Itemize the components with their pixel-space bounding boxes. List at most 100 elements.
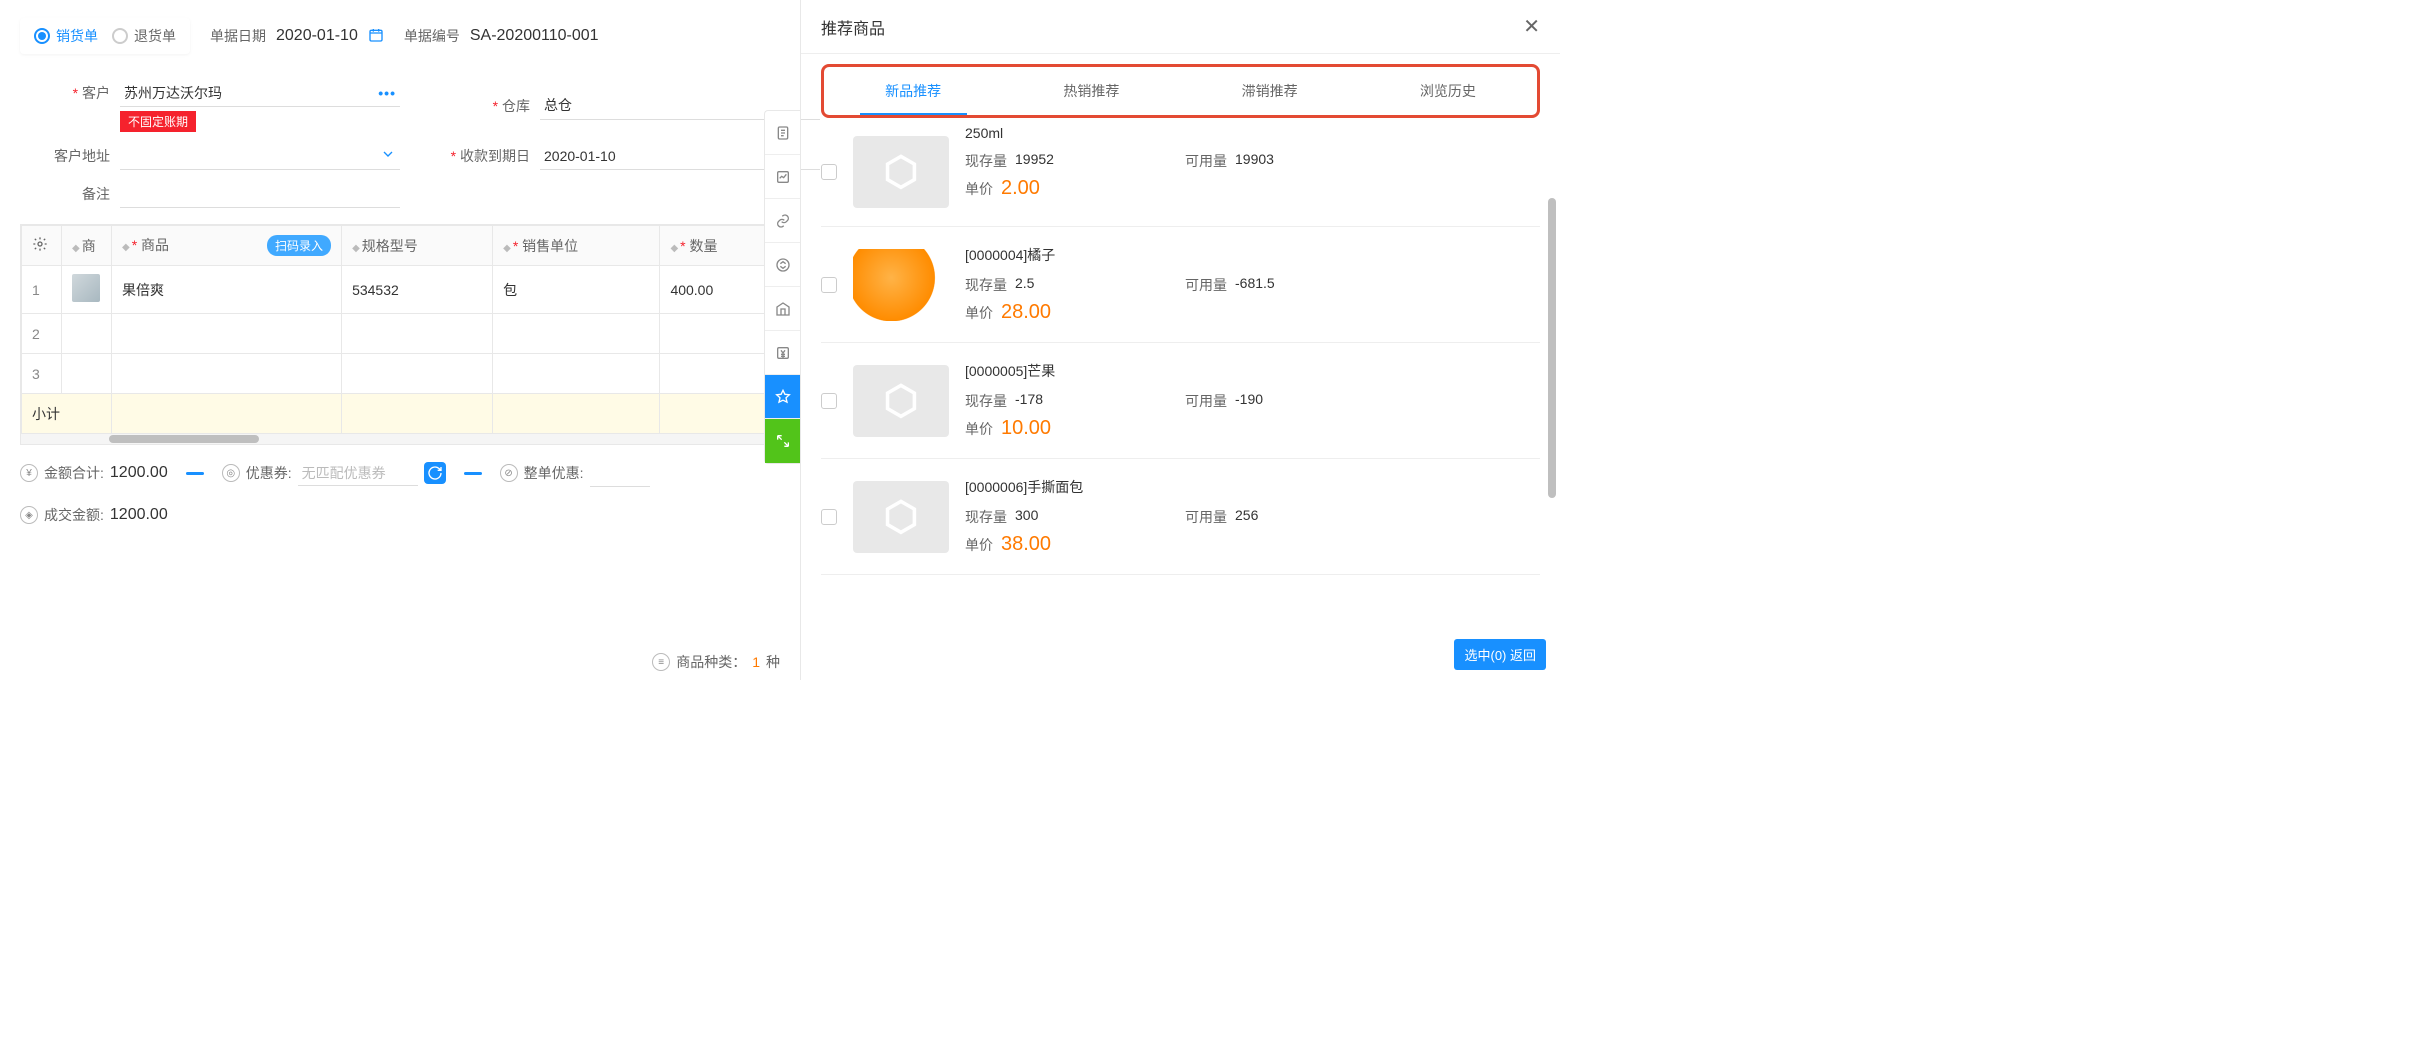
subtotal-row: 小计: [22, 394, 779, 434]
item-image: ⬡: [853, 365, 949, 437]
warehouse-icon[interactable]: [765, 287, 801, 331]
recommend-list[interactable]: ⬡ 250ml 现存量19952 可用量19903 单价 2.00 [00000…: [801, 118, 1560, 680]
selected-return-button[interactable]: 选中(0) 返回: [1454, 639, 1546, 670]
currency-icon[interactable]: [765, 331, 801, 375]
avail-label: 可用量: [1185, 151, 1227, 171]
subtotal-label: 小计: [22, 394, 112, 434]
remark-input[interactable]: [120, 180, 400, 208]
expand-icon[interactable]: [765, 419, 801, 463]
item-name: [0000006]手撕面包: [965, 477, 1540, 497]
avail-value: 256: [1235, 507, 1258, 527]
recommend-item[interactable]: ⬡ 250ml 现存量19952 可用量19903 单价 2.00: [821, 118, 1540, 227]
table-row[interactable]: 3: [22, 354, 779, 394]
coupon-input[interactable]: 无匹配优惠券: [298, 461, 418, 486]
row-image-cell[interactable]: [62, 354, 112, 394]
avail-value: -681.5: [1235, 275, 1275, 295]
recommend-tab[interactable]: 浏览历史: [1359, 73, 1537, 109]
row-product[interactable]: 果倍爽: [112, 266, 342, 314]
row-image-cell[interactable]: [62, 266, 112, 314]
item-image: ⬡: [853, 481, 949, 553]
minus-icon: [186, 472, 204, 475]
col-spec[interactable]: ◆规格型号: [342, 226, 493, 266]
row-unit[interactable]: [493, 354, 660, 394]
row-qty[interactable]: [660, 354, 779, 394]
row-spec[interactable]: [342, 314, 493, 354]
deal-value: 1200.00: [110, 506, 168, 524]
checkbox[interactable]: [821, 277, 837, 293]
stock-label: 现存量: [965, 391, 1007, 411]
stock-value: 2.5: [1015, 275, 1034, 295]
tab-sale-order[interactable]: 销货单: [34, 26, 98, 46]
row-image-cell[interactable]: [62, 314, 112, 354]
row-number: 2: [22, 314, 62, 354]
tab-return-label: 退货单: [134, 26, 176, 46]
doc-date-value[interactable]: 2020-01-10: [276, 27, 358, 45]
avail-label: 可用量: [1185, 507, 1227, 527]
row-unit[interactable]: [493, 314, 660, 354]
notes-icon[interactable]: [765, 111, 801, 155]
vertical-scrollbar[interactable]: [1548, 198, 1556, 498]
table-row[interactable]: 1 果倍爽 534532 包 400.00: [22, 266, 779, 314]
col-qty[interactable]: ◆* 数量: [660, 226, 779, 266]
due-date-label: 收款到期日: [440, 146, 530, 166]
whole-discount-input[interactable]: [590, 459, 650, 487]
link-icon[interactable]: [765, 199, 801, 243]
star-icon[interactable]: [765, 375, 801, 419]
price-label: 单价: [965, 419, 993, 439]
ellipsis-icon[interactable]: •••: [378, 85, 396, 101]
kind-unit: 种: [766, 652, 780, 672]
recommend-tab[interactable]: 新品推荐: [824, 73, 1002, 109]
coupon-icon: ◎: [222, 464, 240, 482]
scan-input-button[interactable]: 扫码录入: [267, 235, 331, 256]
whole-discount: ⊘ 整单优惠:: [500, 459, 650, 487]
recommend-tab[interactable]: 滞销推荐: [1181, 73, 1359, 109]
kind-label: 商品种类：: [676, 652, 746, 672]
table-row[interactable]: 2: [22, 314, 779, 354]
gear-header[interactable]: [22, 226, 62, 266]
deal-amount: ◈ 成交金额: 1200.00: [20, 505, 168, 525]
col-unit[interactable]: ◆* 销售单位: [493, 226, 660, 266]
warehouse-label: 仓库: [440, 96, 530, 116]
remark-row: 备注: [20, 180, 400, 208]
recommend-item[interactable]: ⬡ [0000006]手撕面包 现存量300 可用量256 单价 38.00: [821, 459, 1540, 575]
item-name: [0000004]橘子: [965, 245, 1540, 265]
tab-return-order[interactable]: 退货单: [112, 26, 176, 46]
checkbox[interactable]: [821, 509, 837, 525]
row-qty[interactable]: 400.00: [660, 266, 779, 314]
refresh-icon[interactable]: [424, 462, 446, 484]
row-product[interactable]: [112, 354, 342, 394]
chevron-down-icon[interactable]: [380, 146, 396, 165]
doc-no-value: SA-20200110-001: [470, 27, 599, 45]
close-icon[interactable]: ✕: [1523, 14, 1540, 39]
due-date-value: 2020-01-10: [544, 148, 616, 164]
stock-value: -178: [1015, 391, 1043, 411]
chart-icon[interactable]: [765, 155, 801, 199]
stock-label: 现存量: [965, 151, 1007, 171]
recommend-item[interactable]: [0000004]橘子 现存量2.5 可用量-681.5 单价 28.00: [821, 227, 1540, 343]
row-unit[interactable]: 包: [493, 266, 660, 314]
minus-icon: [464, 472, 482, 475]
row-product[interactable]: [112, 314, 342, 354]
col-image[interactable]: ◆商: [62, 226, 112, 266]
customer-input[interactable]: 苏州万达沃尔玛 •••: [120, 79, 400, 107]
doc-date-field: 单据日期 2020-01-10: [210, 26, 384, 46]
recommend-item[interactable]: ⬡ [0000005]芒果 现存量-178 可用量-190 单价 10.00: [821, 343, 1540, 459]
whole-label: 整单优惠:: [524, 463, 584, 483]
row-spec[interactable]: [342, 354, 493, 394]
recommend-tab[interactable]: 热销推荐: [1002, 73, 1180, 109]
customer-row: 客户 苏州万达沃尔玛 •••: [20, 79, 400, 107]
checkbox[interactable]: [821, 164, 837, 180]
price-label: 单价: [965, 535, 993, 555]
address-input[interactable]: [120, 142, 400, 170]
row-spec[interactable]: 534532: [342, 266, 493, 314]
exchange-icon[interactable]: [765, 243, 801, 287]
calendar-icon[interactable]: [368, 27, 384, 46]
radio-icon: [34, 28, 50, 44]
price-value: 2.00: [1001, 177, 1040, 200]
checkbox[interactable]: [821, 393, 837, 409]
col-product[interactable]: ◆* 商品扫码录入: [112, 226, 342, 266]
row-number: 1: [22, 266, 62, 314]
row-number: 3: [22, 354, 62, 394]
row-qty[interactable]: [660, 314, 779, 354]
horizontal-scrollbar[interactable]: [21, 434, 779, 444]
